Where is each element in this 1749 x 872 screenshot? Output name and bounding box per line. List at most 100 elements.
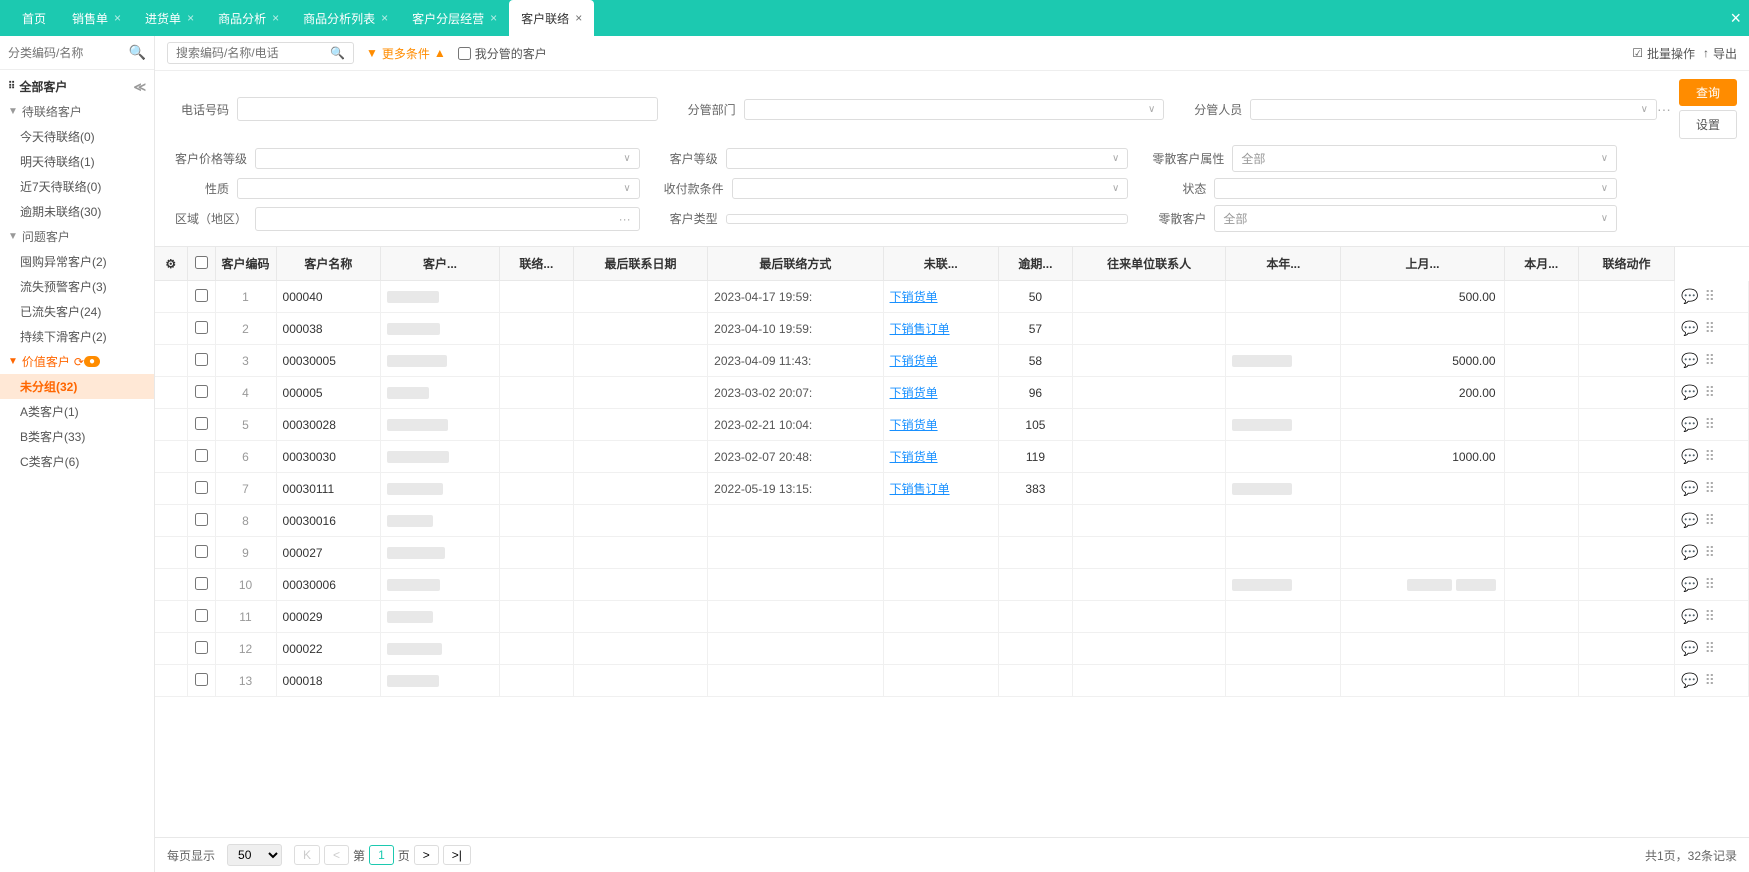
row-checkbox[interactable] — [195, 481, 208, 494]
sidebar-search-input[interactable] — [8, 46, 129, 60]
region-ellipsis-btn[interactable]: ··· — [619, 212, 631, 226]
row-checkbox[interactable] — [195, 385, 208, 398]
nav-tab-sales[interactable]: 销售单 × — [60, 0, 133, 36]
sidebar-item-class-b[interactable]: B类客户(33) — [0, 424, 154, 449]
person-ellipsis-btn[interactable]: ··· — [1657, 101, 1671, 117]
row-checkbox[interactable] — [195, 641, 208, 654]
nav-tab-purchase[interactable]: 进货单 × — [133, 0, 206, 36]
adv-select-payment[interactable]: ∨ — [732, 178, 1129, 199]
cell-checkbox[interactable] — [187, 537, 215, 569]
adv-select-person[interactable]: ∨ — [1250, 99, 1657, 120]
cell-checkbox[interactable] — [187, 281, 215, 313]
page-size-select[interactable]: 50 100 200 — [227, 844, 282, 866]
adv-select-cust-type[interactable] — [726, 214, 1129, 224]
settings-icon[interactable]: ⚙ — [165, 257, 176, 271]
sidebar-search-icon[interactable]: 🔍 — [129, 44, 146, 61]
last-method-link[interactable]: 下销售订单 — [890, 322, 950, 336]
more-action-icon[interactable]: ⠿ — [1705, 512, 1715, 529]
nav-tab-analysis-list[interactable]: 商品分析列表 × — [291, 0, 400, 36]
row-checkbox[interactable] — [195, 289, 208, 302]
last-method-link[interactable]: 下销货单 — [890, 354, 938, 368]
row-checkbox[interactable] — [195, 353, 208, 366]
main-search-icon[interactable]: 🔍 — [330, 46, 345, 60]
main-search-input[interactable] — [176, 46, 326, 60]
next-page-btn[interactable]: > — [414, 845, 439, 865]
select-all-checkbox[interactable] — [195, 256, 208, 269]
tab-sales-close[interactable]: × — [114, 11, 121, 25]
row-checkbox[interactable] — [195, 577, 208, 590]
chat-action-icon[interactable]: 💬 — [1681, 352, 1698, 369]
cell-checkbox[interactable] — [187, 569, 215, 601]
cell-checkbox[interactable] — [187, 473, 215, 505]
tab-analysis-close[interactable]: × — [272, 11, 279, 25]
nav-tab-customer-contact[interactable]: 客户联络 × — [509, 0, 594, 36]
nav-tab-analysis[interactable]: 商品分析 × — [206, 0, 291, 36]
chat-action-icon[interactable]: 💬 — [1681, 672, 1698, 689]
reset-btn[interactable]: 设置 — [1679, 110, 1737, 139]
adv-select-price-grade[interactable]: ∨ — [255, 148, 640, 169]
chat-action-icon[interactable]: 💬 — [1681, 320, 1698, 337]
cell-checkbox[interactable] — [187, 505, 215, 537]
last-method-link[interactable]: 下销货单 — [890, 418, 938, 432]
adv-select-region[interactable]: ··· — [255, 207, 640, 231]
cell-checkbox[interactable] — [187, 345, 215, 377]
my-customers-checkbox[interactable] — [458, 47, 471, 60]
row-checkbox[interactable] — [195, 449, 208, 462]
query-btn[interactable]: 查询 — [1679, 79, 1737, 106]
sidebar-item-today[interactable]: 今天待联络(0) — [0, 124, 154, 149]
row-checkbox[interactable] — [195, 417, 208, 430]
cell-checkbox[interactable] — [187, 377, 215, 409]
sidebar-item-churn-warning[interactable]: 流失预警客户(3) — [0, 274, 154, 299]
sidebar-item-class-c[interactable]: C类客户(6) — [0, 449, 154, 474]
chat-action-icon[interactable]: 💬 — [1681, 384, 1698, 401]
chat-action-icon[interactable]: 💬 — [1681, 544, 1698, 561]
cell-checkbox[interactable] — [187, 313, 215, 345]
my-customers-filter[interactable]: 我分管的客户 — [458, 45, 547, 62]
col-settings[interactable]: ⚙ — [155, 247, 187, 281]
cell-checkbox[interactable] — [187, 441, 215, 473]
sidebar-item-unclassified[interactable]: 未分组(32) — [0, 374, 154, 399]
sidebar-group-value[interactable]: ▼ 价值客户 ⟳ ● — [0, 349, 154, 374]
row-checkbox[interactable] — [195, 545, 208, 558]
prev-page-btn[interactable]: < — [324, 845, 349, 865]
sidebar-item-tomorrow[interactable]: 明天待联络(1) — [0, 149, 154, 174]
more-action-icon[interactable]: ⠿ — [1705, 544, 1715, 561]
nav-home[interactable]: 首页 — [8, 0, 60, 36]
sidebar-collapse-btn[interactable]: ≪ — [133, 80, 146, 94]
more-action-icon[interactable]: ⠿ — [1705, 672, 1715, 689]
row-checkbox[interactable] — [195, 609, 208, 622]
chat-action-icon[interactable]: 💬 — [1681, 288, 1698, 305]
row-checkbox[interactable] — [195, 673, 208, 686]
more-action-icon[interactable]: ⠿ — [1705, 480, 1715, 497]
sidebar-item-overdue[interactable]: 逾期未联络(30) — [0, 199, 154, 224]
refresh-icon[interactable]: ⟳ — [74, 355, 84, 369]
more-action-icon[interactable]: ⠿ — [1705, 576, 1715, 593]
nav-tab-customer-tier[interactable]: 客户分层经营 × — [400, 0, 509, 36]
chat-action-icon[interactable]: 💬 — [1681, 448, 1698, 465]
last-method-link[interactable]: 下销货单 — [890, 450, 938, 464]
chat-action-icon[interactable]: 💬 — [1681, 512, 1698, 529]
adv-select-status[interactable]: ∨ — [1214, 178, 1617, 199]
sidebar-item-abnormal[interactable]: 囤购异常客户(2) — [0, 249, 154, 274]
close-all-btn[interactable]: × — [1730, 8, 1741, 29]
more-action-icon[interactable]: ⠿ — [1705, 448, 1715, 465]
sidebar-group-problem[interactable]: ▼ 问题客户 — [0, 224, 154, 249]
sidebar-item-declining[interactable]: 持续下滑客户(2) — [0, 324, 154, 349]
col-checkbox[interactable] — [187, 247, 215, 281]
batch-op-btn[interactable]: ☑ 批量操作 — [1632, 45, 1695, 62]
chat-action-icon[interactable]: 💬 — [1681, 416, 1698, 433]
tab-customer-contact-close[interactable]: × — [575, 11, 582, 25]
export-btn[interactable]: ↑ 导出 — [1703, 45, 1737, 62]
more-action-icon[interactable]: ⠿ — [1705, 416, 1715, 433]
tab-analysis-list-close[interactable]: × — [381, 11, 388, 25]
row-checkbox[interactable] — [195, 513, 208, 526]
chat-action-icon[interactable]: 💬 — [1681, 576, 1698, 593]
chat-action-icon[interactable]: 💬 — [1681, 480, 1698, 497]
last-method-link[interactable]: 下销货单 — [890, 386, 938, 400]
more-filters-btn[interactable]: ▼ 更多条件 ▲ — [366, 45, 446, 62]
sidebar-group-pending[interactable]: ▼ 待联络客户 — [0, 99, 154, 124]
more-action-icon[interactable]: ⠿ — [1705, 288, 1715, 305]
last-page-btn[interactable]: >| — [443, 845, 471, 865]
adv-select-retail-attr[interactable]: 全部 ∨ — [1232, 145, 1617, 172]
cell-checkbox[interactable] — [187, 665, 215, 697]
